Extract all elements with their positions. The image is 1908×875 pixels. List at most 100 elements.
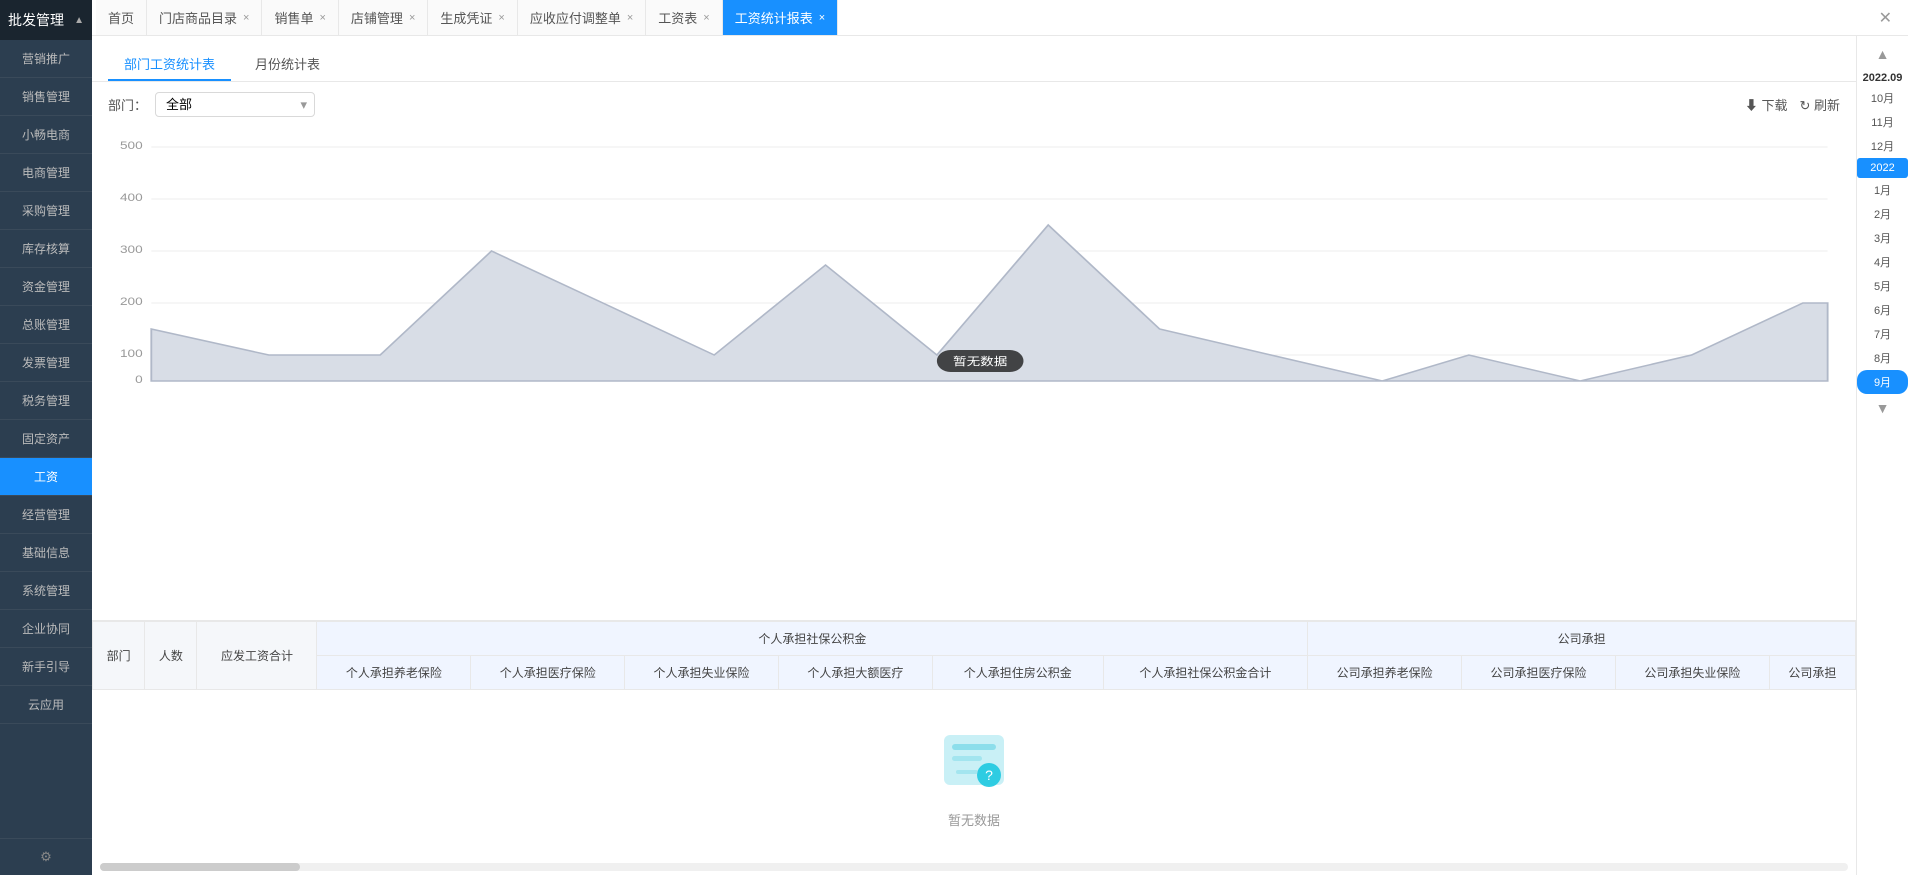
no-data-text: 暂无数据 — [948, 810, 1000, 829]
month-5[interactable]: 5月 — [1857, 274, 1908, 298]
sidebar-item-电商管理[interactable]: 电商管理 — [0, 154, 92, 192]
horizontal-scrollbar[interactable] — [100, 863, 1848, 871]
col-company-group: 公司承担 — [1308, 622, 1856, 656]
tab-销售单[interactable]: 销售单× — [262, 0, 338, 36]
sidebar-header-arrow: ▲ — [74, 15, 84, 26]
tab-工资表[interactable]: 工资表 × — [646, 0, 722, 36]
month-2022-12[interactable]: 12月 — [1857, 134, 1908, 158]
svg-text:0: 0 — [135, 373, 143, 385]
close-all-icon: ✕ — [1879, 8, 1892, 28]
sidebar-item-资金管理[interactable]: 资金管理 — [0, 268, 92, 306]
sidebar-item-企业协同[interactable]: 企业协同 — [0, 610, 92, 648]
sidebar-item-云应用[interactable]: 云应用 — [0, 686, 92, 724]
tab-close-生成凭证[interactable]: × — [498, 12, 504, 24]
sub-tab-部门工资统计表[interactable]: 部门工资统计表 — [108, 48, 231, 81]
data-table: 部门 人数 应发工资合计 个人承担社保公积金 公司承担 个人承担养老保险 个人承… — [92, 621, 1856, 690]
col-personal-unemployment: 个人承担失业保险 — [625, 656, 779, 690]
col-company-more: 公司承担 — [1769, 656, 1855, 690]
refresh-icon: ↻ — [1799, 98, 1814, 113]
refresh-label: 刷新 — [1814, 98, 1840, 113]
refresh-button[interactable]: ↻ 刷新 — [1799, 95, 1840, 114]
close-all-button[interactable]: ✕ — [1867, 0, 1904, 36]
settings-icon: ⚙ — [40, 849, 52, 864]
sidebar-item-采购管理[interactable]: 采购管理 — [0, 192, 92, 230]
sidebar-item-销售管理[interactable]: 销售管理 — [0, 78, 92, 116]
svg-text:暂无数据: 暂无数据 — [953, 354, 1007, 367]
tab-close-工资表[interactable]: × — [703, 12, 709, 24]
tab-close-应收应付调整单[interactable]: × — [627, 12, 633, 24]
month-8[interactable]: 8月 — [1857, 346, 1908, 370]
tab-close-工资统计报表[interactable]: × — [819, 12, 825, 24]
tab-label-店铺管理: 店铺管理 — [351, 8, 403, 27]
col-company-pension: 公司承担养老保险 — [1308, 656, 1462, 690]
download-label: 下载 — [1761, 98, 1787, 113]
tab-label-门店商品目录: 门店商品目录 — [159, 8, 237, 27]
tab-label-工资表: 工资表 — [658, 8, 697, 27]
month-9[interactable]: 9月 — [1857, 370, 1908, 394]
table-container: 部门 人数 应发工资合计 个人承担社保公积金 公司承担 个人承担养老保险 个人承… — [92, 620, 1856, 875]
tab-工资统计报表[interactable]: 工资统计报表× — [723, 0, 838, 36]
tab-items: 首页门店商品目录×销售单×店铺管理×生成凭证×应收应付调整单×工资表×工资统计报… — [96, 0, 1867, 36]
svg-text:?: ? — [985, 767, 993, 783]
svg-text:500: 500 — [120, 139, 143, 151]
svg-text:400: 400 — [120, 191, 143, 203]
sidebar-item-固定资产[interactable]: 固定资产 — [0, 420, 92, 458]
col-people: 人数 — [145, 622, 197, 690]
sidebar-item-库存核算[interactable]: 库存核算 — [0, 230, 92, 268]
tab-生成凭证[interactable]: 生成凭证× — [428, 0, 517, 36]
no-data-container: ? 暂无数据 — [92, 690, 1856, 859]
download-button[interactable]: ⬇ 下载 — [1745, 95, 1788, 114]
year-2022-top-label: 2022.09 — [1863, 72, 1903, 84]
year-2022-label[interactable]: 2022 — [1857, 158, 1908, 178]
tab-门店商品目录[interactable]: 门店商品目录 × — [147, 0, 262, 36]
svg-text:200: 200 — [120, 295, 143, 307]
sidebar-item-营销推广[interactable]: 营销推广 — [0, 40, 92, 78]
month-3[interactable]: 3月 — [1857, 226, 1908, 250]
month-1[interactable]: 1月 — [1857, 178, 1908, 202]
sidebar-item-经营管理[interactable]: 经营管理 — [0, 496, 92, 534]
tab-label-应收应付调整单: 应收应付调整单 — [530, 8, 621, 27]
sidebar-item-工资[interactable]: 工资 — [0, 458, 92, 496]
month-6[interactable]: 6月 — [1857, 298, 1908, 322]
sub-tab-月份统计表[interactable]: 月份统计表 — [239, 48, 336, 81]
tab-close-门店商品目录[interactable]: × — [243, 12, 249, 24]
sidebar-item-小畅电商[interactable]: 小畅电商 — [0, 116, 92, 154]
month-2[interactable]: 2月 — [1857, 202, 1908, 226]
month-7[interactable]: 7月 — [1857, 322, 1908, 346]
col-personal-pension: 个人承担养老保险 — [317, 656, 471, 690]
sidebar-header[interactable]: 批发管理 ▲ — [0, 0, 92, 40]
sub-tabs: 部门工资统计表月份统计表 — [92, 36, 1856, 82]
page-content: 部门工资统计表月份统计表 部门： 全部 ⬇ 下载 — [92, 36, 1856, 875]
sidebar-settings[interactable]: ⚙ — [0, 838, 92, 875]
table-header-row-2: 个人承担养老保险 个人承担医疗保险 个人承担失业保险 个人承担大额医疗 个人承担… — [93, 656, 1856, 690]
date-sidebar: ▲ 2022.09 10月 11月 12月 2022 1月 2月 3月 4月 5… — [1856, 36, 1908, 875]
tab-close-销售单[interactable]: × — [319, 12, 325, 24]
toolbar-right: ⬇ 下载 ↻ 刷新 — [1745, 95, 1840, 114]
dept-select[interactable]: 全部 — [155, 92, 315, 117]
tab-bar: 首页门店商品目录×销售单×店铺管理×生成凭证×应收应付调整单×工资表×工资统计报… — [92, 0, 1908, 36]
sidebar-header-label: 批发管理 — [8, 10, 64, 30]
svg-text:100: 100 — [120, 347, 143, 359]
month-2022-11[interactable]: 11月 — [1857, 110, 1908, 134]
tab-首页[interactable]: 首页 — [96, 0, 147, 36]
main-area: 首页门店商品目录×销售单×店铺管理×生成凭证×应收应付调整单×工资表×工资统计报… — [92, 0, 1908, 875]
sidebar-item-系统管理[interactable]: 系统管理 — [0, 572, 92, 610]
month-2022-10[interactable]: 10月 — [1857, 86, 1908, 110]
svg-text:300: 300 — [120, 243, 143, 255]
tab-店铺管理[interactable]: 店铺管理 × — [339, 0, 428, 36]
sidebar-item-基础信息[interactable]: 基础信息 — [0, 534, 92, 572]
month-4[interactable]: 4月 — [1857, 250, 1908, 274]
sidebar-item-总账管理[interactable]: 总账管理 — [0, 306, 92, 344]
chart-area: 500 400 300 200 100 0 — [92, 127, 1856, 620]
sidebar-item-新手引导[interactable]: 新手引导 — [0, 648, 92, 686]
date-nav-down[interactable]: ▼ — [1869, 394, 1897, 422]
chart-svg: 500 400 300 200 100 0 — [108, 135, 1840, 395]
tab-应收应付调整单[interactable]: 应收应付调整单 × — [518, 0, 646, 36]
col-dept: 部门 — [93, 622, 145, 690]
sidebar-item-税务管理[interactable]: 税务管理 — [0, 382, 92, 420]
sidebar-item-发票管理[interactable]: 发票管理 — [0, 344, 92, 382]
scrollbar-thumb[interactable] — [100, 863, 300, 871]
tab-close-店铺管理[interactable]: × — [409, 12, 415, 24]
dept-label: 部门： — [108, 95, 147, 114]
date-nav-up[interactable]: ▲ — [1869, 40, 1897, 68]
